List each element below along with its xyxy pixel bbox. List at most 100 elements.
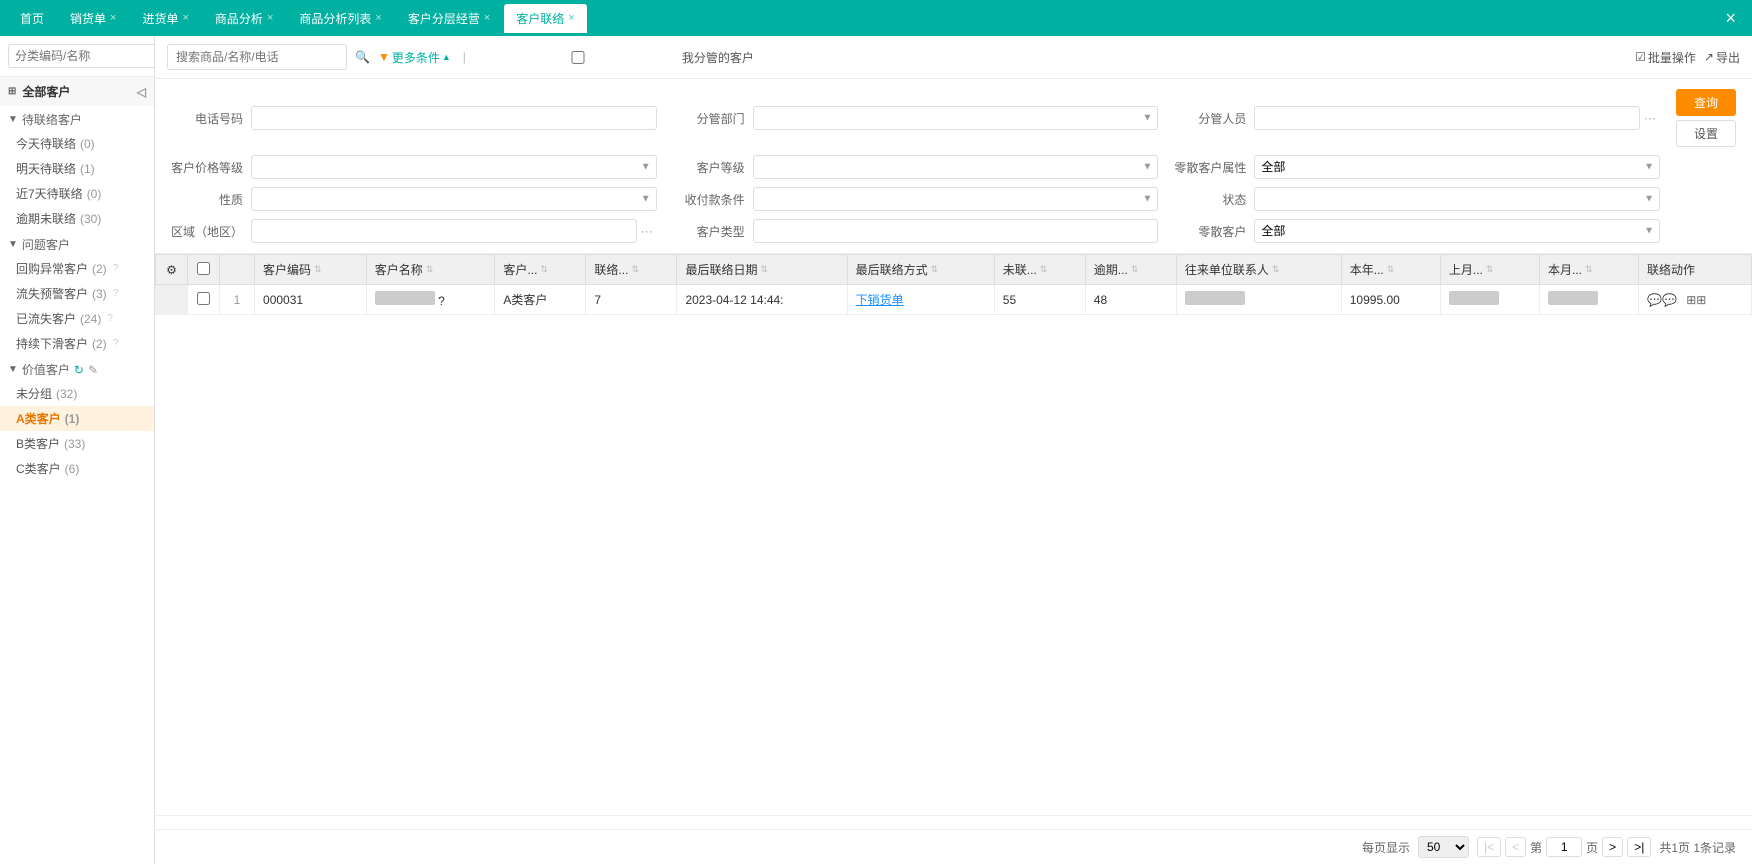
prev-page-button[interactable]: <: [1505, 837, 1526, 857]
query-button[interactable]: 查询: [1676, 89, 1736, 116]
select-all-checkbox[interactable]: [197, 262, 210, 275]
advanced-filter: 电话号码 分管部门 ▼ 分管人员: [155, 79, 1752, 254]
nav-customer-tier[interactable]: 客户分层经营 ×: [396, 4, 502, 33]
status-select[interactable]: [1254, 187, 1660, 211]
sidebar-item-ungrouped[interactable]: 未分组 (32): [0, 381, 154, 406]
page-number-input[interactable]: [1546, 837, 1582, 857]
sort-icon2[interactable]: ⇅: [426, 264, 434, 275]
close-goods-analysis-icon[interactable]: ×: [267, 12, 273, 24]
first-page-button[interactable]: |<: [1477, 837, 1501, 857]
settings-button[interactable]: 设置: [1676, 120, 1736, 147]
sort-icon3[interactable]: ⇅: [540, 264, 548, 275]
settings-col-header[interactable]: [156, 255, 188, 285]
row-last-contact-method[interactable]: 下销货单: [847, 285, 994, 315]
sidebar-item-c-class[interactable]: C类客户 (6): [0, 456, 154, 481]
close-customer-contact-icon[interactable]: ×: [568, 12, 574, 24]
next-page-button[interactable]: >: [1602, 837, 1623, 857]
customer-type-input[interactable]: [753, 219, 1159, 243]
qr-icon[interactable]: ⊞: [1686, 293, 1706, 307]
sidebar-item-declining[interactable]: 持续下滑客户 (2) ?: [0, 331, 154, 356]
problem-customer-section[interactable]: ▼ 问题客户: [0, 231, 154, 256]
sort-icon5[interactable]: ⇅: [760, 264, 768, 275]
pin-icon[interactable]: ◁: [137, 85, 146, 99]
sidebar-item-today[interactable]: 今天待联络 (0): [0, 131, 154, 156]
manager-input[interactable]: [1254, 106, 1640, 130]
nav-purchase[interactable]: 进货单 ×: [130, 4, 200, 33]
nature-select[interactable]: [251, 187, 657, 211]
close-purchase-icon[interactable]: ×: [182, 12, 188, 24]
sidebar-item-overdue[interactable]: 逾期未联络 (30): [0, 206, 154, 231]
pending-contact-section[interactable]: ▼ 待联络客户: [0, 106, 154, 131]
customer-code-col-header[interactable]: 客户编码 ⇅: [255, 255, 367, 285]
sort-icon10[interactable]: ⇅: [1387, 264, 1395, 275]
close-goods-list-icon[interactable]: ×: [375, 12, 381, 24]
sort-icon6[interactable]: ⇅: [931, 264, 939, 275]
sort-icon8[interactable]: ⇅: [1131, 264, 1139, 275]
dept-select[interactable]: [753, 106, 1159, 130]
more-filter-btn[interactable]: ▼ 更多条件 ▲: [378, 49, 451, 66]
unit-contact-col-header[interactable]: 往来单位联系人 ⇅: [1176, 255, 1341, 285]
last-month-col-header[interactable]: 上月... ⇅: [1440, 255, 1539, 285]
row-checkbox[interactable]: [197, 292, 210, 305]
last-page-button[interactable]: >|: [1627, 837, 1651, 857]
nav-goods-analysis-list[interactable]: 商品分析列表 ×: [287, 4, 393, 33]
horizontal-scrollbar[interactable]: [155, 815, 1752, 829]
nav-goods-analysis[interactable]: 商品分析 ×: [203, 4, 285, 33]
export-button[interactable]: ↗ 导出: [1704, 49, 1740, 66]
my-customer-checkbox[interactable]: [478, 51, 678, 64]
all-customers-header[interactable]: ⊞ 全部客户 ◁: [0, 77, 154, 106]
sort-icon4[interactable]: ⇅: [631, 264, 639, 275]
payment-select[interactable]: [753, 187, 1159, 211]
window-close-button[interactable]: ×: [1717, 4, 1744, 33]
sidebar-item-7days[interactable]: 近7天待联络 (0): [0, 181, 154, 206]
my-customer-checkbox-label[interactable]: 我分管的客户: [478, 49, 754, 66]
sidebar-item-b-class[interactable]: B类客户 (33): [0, 431, 154, 456]
overdue-col-header[interactable]: 逾期... ⇅: [1085, 255, 1176, 285]
region-dots-icon[interactable]: ···: [637, 224, 657, 238]
nav-customer-contact[interactable]: 客户联络 ×: [504, 4, 586, 33]
sort-icon11[interactable]: ⇅: [1486, 264, 1494, 275]
close-customer-tier-icon[interactable]: ×: [484, 12, 490, 24]
retail-attr-select[interactable]: 全部: [1254, 155, 1660, 179]
sort-icon[interactable]: ⇅: [314, 264, 322, 275]
edit-icon[interactable]: ✎: [88, 363, 98, 377]
nav-home[interactable]: 首页: [8, 4, 56, 33]
phone-input[interactable]: [251, 106, 657, 130]
checkbox-col-header[interactable]: [188, 255, 220, 285]
manager-dots-icon[interactable]: ···: [1640, 111, 1660, 125]
close-sales-icon[interactable]: ×: [110, 12, 116, 24]
chat-icon[interactable]: 💬: [1647, 293, 1677, 307]
value-customer-section[interactable]: ▼ 价值客户 ↻ ✎: [0, 356, 154, 381]
customer-type-col-header[interactable]: 客户... ⇅: [495, 255, 586, 285]
this-month-col-header[interactable]: 本月... ⇅: [1539, 255, 1638, 285]
per-page-select[interactable]: 50 100 200: [1418, 836, 1469, 858]
filter-search-icon[interactable]: 🔍: [355, 50, 370, 64]
sidebar-item-churned[interactable]: 已流失客户 (24) ?: [0, 306, 154, 331]
sidebar-item-churn-warning[interactable]: 流失预警客户 (3) ?: [0, 281, 154, 306]
sidebar-item-abnormal[interactable]: 回购异常客户 (2) ?: [0, 256, 154, 281]
search-input[interactable]: [167, 44, 347, 70]
sidebar-item-tomorrow[interactable]: 明天待联络 (1): [0, 156, 154, 181]
sort-icon9[interactable]: ⇅: [1272, 264, 1280, 275]
batch-op-button[interactable]: ☑ 批量操作: [1635, 49, 1696, 66]
contact-col-header[interactable]: 联络... ⇅: [586, 255, 677, 285]
sidebar-search-input[interactable]: [8, 44, 155, 68]
retail-customer-select[interactable]: 全部: [1254, 219, 1660, 243]
gear-icon[interactable]: [166, 263, 177, 277]
customer-name-col-header[interactable]: 客户名称 ⇅: [366, 255, 495, 285]
nav-sales[interactable]: 销货单 ×: [58, 4, 128, 33]
last-contact-method-col-header[interactable]: 最后联络方式 ⇅: [847, 255, 994, 285]
sort-icon12[interactable]: ⇅: [1585, 264, 1593, 275]
sort-icon7[interactable]: ⇅: [1040, 264, 1048, 275]
not-contacted-col-header[interactable]: 未联... ⇅: [994, 255, 1085, 285]
customer-level-select[interactable]: [753, 155, 1159, 179]
blurred-unit-contact: [1185, 291, 1245, 305]
sidebar-item-a-class[interactable]: A类客户 (1): [0, 406, 154, 431]
region-input[interactable]: [251, 219, 637, 243]
price-level-select[interactable]: [251, 155, 657, 179]
contact-method-link[interactable]: 下销货单: [856, 293, 904, 307]
this-year-col-header[interactable]: 本年... ⇅: [1341, 255, 1440, 285]
last-contact-date-col-header[interactable]: 最后联络日期 ⇅: [677, 255, 847, 285]
refresh-icon[interactable]: ↻: [74, 363, 84, 377]
row-checkbox-cell[interactable]: [188, 285, 220, 315]
